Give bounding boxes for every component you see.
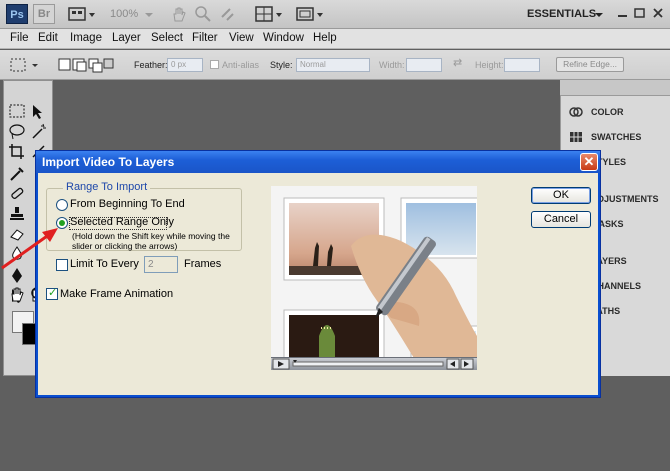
video-scrubber[interactable] [292, 361, 444, 367]
crop-tool-icon[interactable] [8, 143, 26, 160]
workspace-switcher[interactable]: ESSENTIALS [527, 8, 596, 20]
refine-edge-button[interactable]: Refine Edge... [556, 57, 624, 72]
arrange-documents-icon[interactable] [255, 5, 285, 23]
range-group-legend: Range To Import [63, 181, 151, 193]
eyedropper-tool-icon[interactable] [8, 165, 26, 182]
swatches-panel-icon[interactable] [569, 131, 583, 143]
video-preview-frame [283, 197, 477, 370]
zoom-dropdown-icon[interactable] [142, 5, 156, 23]
options-bar: Feather: 0 px Anti-alias Style: Normal W… [0, 50, 670, 80]
adjustments-panel-tab[interactable]: ADJUSTMENTS [591, 194, 659, 204]
swatches-panel-tab[interactable]: SWATCHES [591, 132, 641, 142]
selected-range-label[interactable]: Selected Range Only [70, 216, 174, 228]
lasso-tool-icon[interactable] [8, 123, 26, 140]
swap-dimensions-icon[interactable]: ⇄ [453, 56, 462, 69]
dialog-title: Import Video To Layers [42, 155, 175, 169]
import-video-dialog: Import Video To Layers ✕ Range To Import… [36, 151, 600, 397]
restore-icon[interactable] [633, 7, 647, 19]
menu-view[interactable]: View [229, 32, 254, 44]
width-input[interactable] [406, 58, 442, 72]
color-panel-tab[interactable]: COLOR [591, 107, 624, 117]
anti-alias-checkbox[interactable] [210, 60, 219, 69]
selection-mode-icons[interactable] [56, 56, 116, 74]
video-controls [271, 357, 477, 370]
limit-frames-input[interactable]: 2 [144, 256, 178, 273]
style-select[interactable]: Normal [296, 58, 370, 72]
menu-select[interactable]: Select [151, 32, 183, 44]
feather-input[interactable]: 0 px [167, 58, 203, 72]
style-label: Style: [270, 60, 293, 70]
ok-button[interactable]: OK [531, 187, 591, 204]
make-animation-checkbox[interactable] [46, 286, 58, 300]
menu-file[interactable]: File [10, 32, 29, 44]
view-extras-icon[interactable] [68, 5, 98, 23]
cancel-button[interactable]: Cancel [531, 211, 591, 228]
feather-label: Feather: [134, 60, 168, 70]
menu-bar: File Edit Image Layer Select Filter View… [0, 29, 670, 49]
dialog-titlebar[interactable]: Import Video To Layers ✕ [36, 151, 600, 173]
zoom-level[interactable]: 100% [110, 8, 138, 20]
hint-text-line1: (Hold down the Shift key while moving th… [72, 231, 230, 241]
zoom-tool-icon[interactable] [194, 5, 212, 23]
frames-label: Frames [184, 258, 222, 270]
workspace-dropdown-icon[interactable] [594, 5, 604, 23]
from-beginning-radio[interactable] [56, 199, 68, 211]
marquee-tool-icon[interactable] [8, 103, 26, 120]
make-animation-label[interactable]: Make Frame Animation [60, 288, 173, 300]
menu-edit[interactable]: Edit [38, 32, 58, 44]
photoshop-logo: Ps [6, 4, 28, 24]
tool-preset-picker-icon[interactable] [8, 56, 42, 74]
menu-image[interactable]: Image [70, 32, 102, 44]
move-tool-icon[interactable] [30, 103, 48, 120]
video-preview [271, 186, 477, 370]
color-panel-icon[interactable] [569, 106, 583, 118]
red-arrow-annotation [1, 228, 58, 270]
bridge-launch-button[interactable]: Br [33, 4, 55, 24]
close-app-icon[interactable] [651, 7, 665, 19]
height-label: Height: [475, 60, 504, 70]
width-label: Width: [379, 60, 405, 70]
hint-text-line2: slider or clicking the arrows) [72, 241, 178, 251]
screen-mode-icon[interactable] [296, 5, 326, 23]
menu-help[interactable]: Help [313, 32, 337, 44]
minimize-icon[interactable] [616, 7, 630, 19]
rotate-view-icon[interactable] [218, 5, 236, 23]
panel-dock-header [560, 80, 670, 96]
limit-label[interactable]: Limit To Every [70, 258, 139, 270]
menu-window[interactable]: Window [263, 32, 304, 44]
clone-stamp-tool-icon[interactable] [8, 205, 26, 222]
height-input[interactable] [504, 58, 540, 72]
menu-filter[interactable]: Filter [192, 32, 218, 44]
application-bar: Ps Br 100% ESSENTIALS [0, 0, 670, 29]
menu-layer[interactable]: Layer [112, 32, 141, 44]
healing-brush-tool-icon[interactable] [8, 185, 26, 202]
dialog-close-button[interactable]: ✕ [580, 153, 598, 171]
from-beginning-label[interactable]: From Beginning To End [70, 198, 185, 210]
anti-alias-label: Anti-alias [222, 60, 260, 70]
hand-tool-icon-panel[interactable] [8, 286, 26, 303]
magic-wand-tool-icon[interactable] [30, 123, 48, 140]
hand-tool-icon[interactable] [170, 5, 188, 23]
